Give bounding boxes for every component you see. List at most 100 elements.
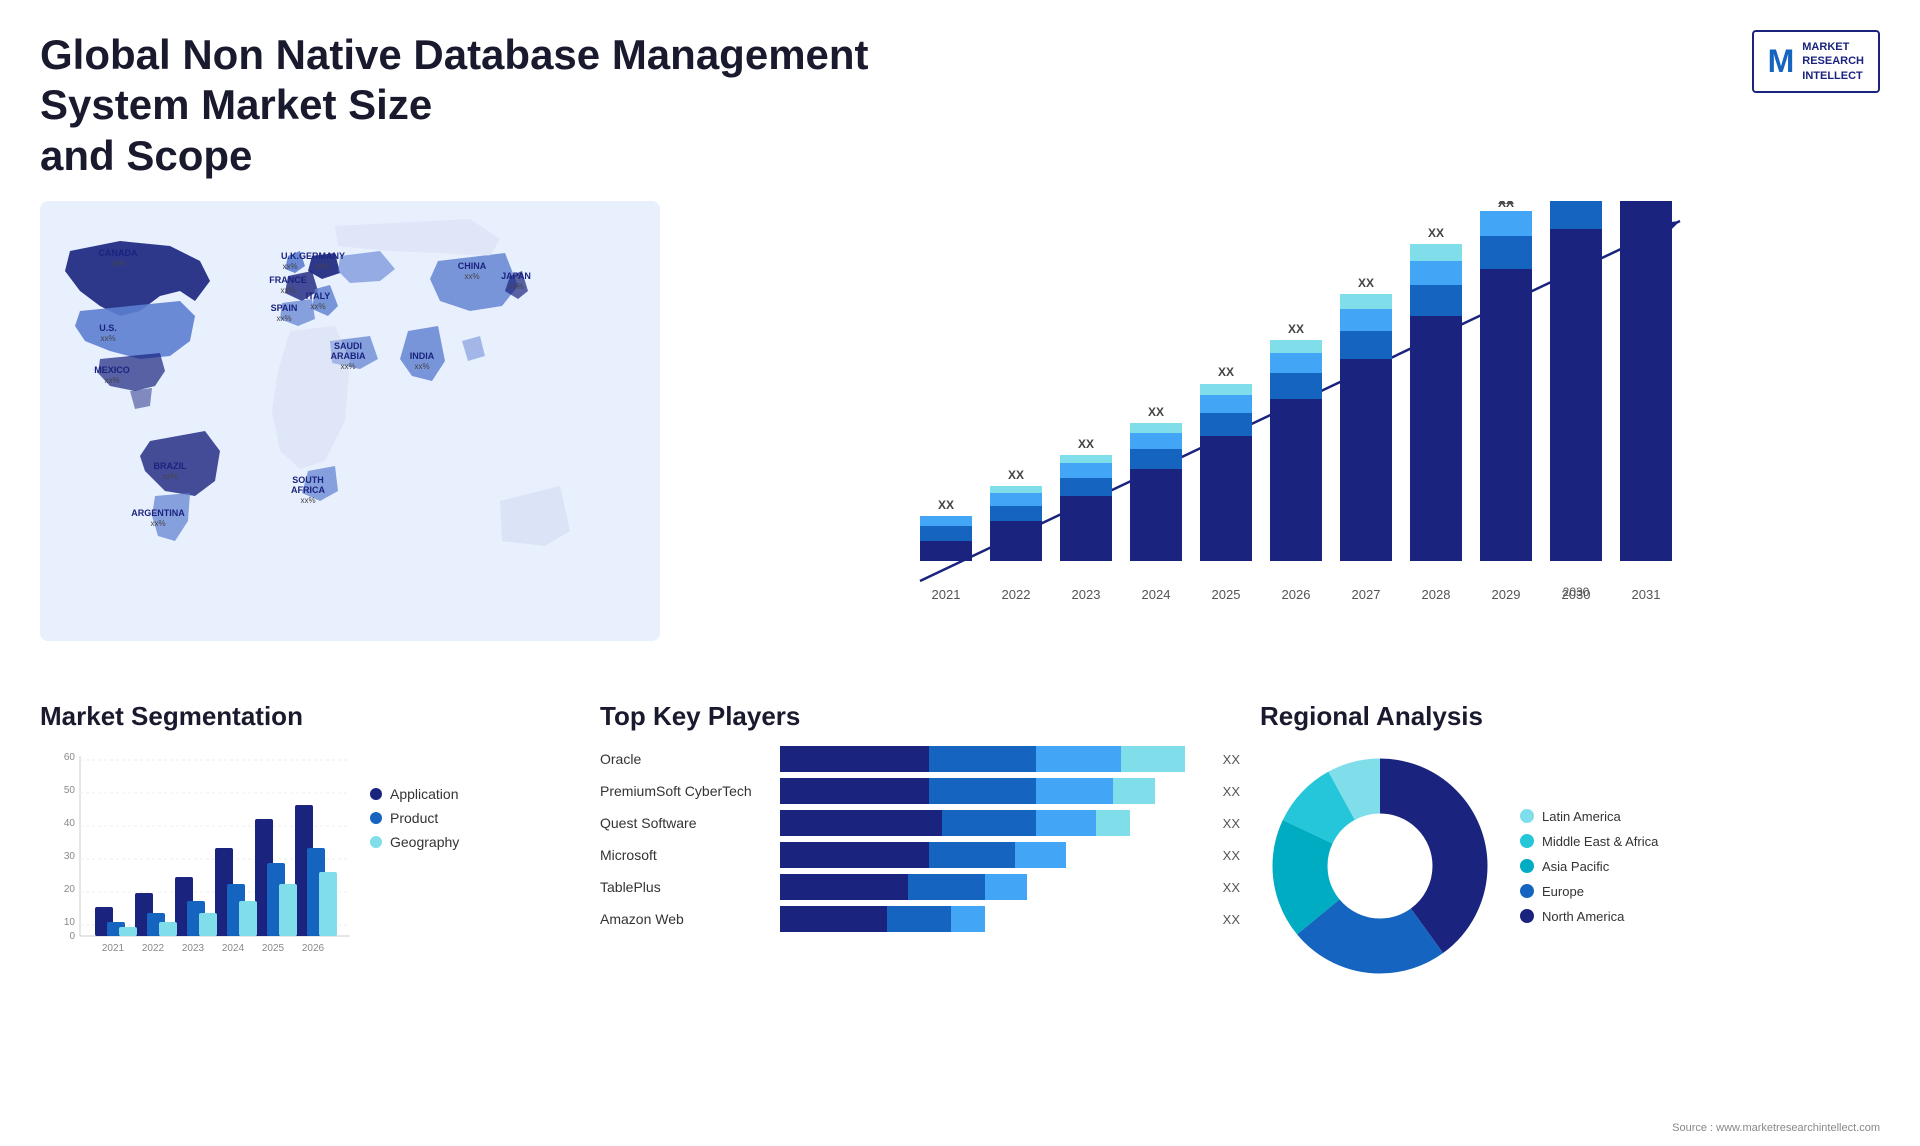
player-row-oracle: Oracle XX	[600, 746, 1240, 772]
svg-text:BRAZIL: BRAZIL	[154, 461, 187, 471]
player-row-microsoft: Microsoft XX	[600, 842, 1240, 868]
player-name-tableplus: TablePlus	[600, 879, 770, 895]
player-row-tableplus: TablePlus XX	[600, 874, 1240, 900]
svg-text:SOUTH: SOUTH	[292, 475, 324, 485]
bar-chart-svg: XX XX XX XX	[720, 201, 1880, 631]
key-players-section: Top Key Players Oracle XX PremiumSoft Cy…	[600, 701, 1240, 986]
legend-label-asia-pacific: Asia Pacific	[1542, 859, 1609, 874]
bar-seg	[1036, 746, 1121, 772]
svg-text:xx%: xx%	[150, 519, 165, 528]
player-row-amazon: Amazon Web XX	[600, 906, 1240, 932]
bar-chart-container: XX XX XX XX	[720, 201, 1880, 631]
svg-text:2025: 2025	[1212, 587, 1241, 602]
bar-seg	[1015, 842, 1066, 868]
legend-dot-geography	[370, 836, 382, 848]
svg-text:XX: XX	[1638, 201, 1654, 204]
svg-text:2022: 2022	[142, 943, 165, 954]
svg-text:GERMANY: GERMANY	[299, 251, 345, 261]
map-container: CANADA xx% U.S. xx% MEXICO xx% BRAZIL xx…	[40, 201, 660, 641]
legend-product: Product	[370, 810, 459, 826]
legend-application: Application	[370, 786, 459, 802]
player-row-quest: Quest Software XX	[600, 810, 1240, 836]
svg-text:xx%: xx%	[100, 334, 115, 343]
bar-seg	[780, 778, 929, 804]
svg-text:xx%: xx%	[276, 314, 291, 323]
svg-text:XX: XX	[938, 498, 954, 512]
bar-seg	[780, 810, 942, 836]
bar-seg	[780, 906, 887, 932]
player-name-microsoft: Microsoft	[600, 847, 770, 863]
player-name-amazon: Amazon Web	[600, 911, 770, 927]
legend-label-geography: Geography	[390, 834, 459, 850]
svg-text:XX: XX	[1568, 201, 1584, 204]
svg-text:XX: XX	[1358, 276, 1374, 290]
player-name-premiumsoft: PremiumSoft CyberTech	[600, 783, 770, 799]
svg-text:XX: XX	[1148, 405, 1164, 419]
svg-text:XX: XX	[1288, 322, 1304, 336]
svg-text:2024: 2024	[1142, 587, 1171, 602]
svg-text:2026: 2026	[1282, 587, 1311, 602]
svg-text:SPAIN: SPAIN	[271, 303, 298, 313]
player-xx-microsoft: XX	[1223, 848, 1240, 863]
svg-text:xx%: xx%	[508, 282, 523, 291]
svg-text:2030: 2030	[1562, 587, 1591, 602]
player-xx-amazon: XX	[1223, 912, 1240, 927]
world-map-section: CANADA xx% U.S. xx% MEXICO xx% BRAZIL xx…	[40, 201, 680, 681]
svg-text:0: 0	[69, 931, 75, 942]
svg-text:INDIA: INDIA	[410, 351, 435, 361]
svg-text:60: 60	[64, 752, 76, 763]
svg-text:2029: 2029	[1492, 587, 1521, 602]
svg-text:JAPAN: JAPAN	[501, 271, 531, 281]
svg-text:U.K.: U.K.	[281, 251, 299, 261]
svg-text:xx%: xx%	[340, 362, 355, 371]
svg-text:10: 10	[64, 917, 76, 928]
bar-seg	[942, 810, 1036, 836]
player-bar-microsoft	[780, 842, 1207, 868]
legend-dot-middle-east	[1520, 834, 1534, 848]
svg-text:ITALY: ITALY	[306, 291, 331, 301]
svg-text:XX: XX	[1008, 468, 1024, 482]
legend-asia-pacific: Asia Pacific	[1520, 859, 1658, 874]
player-bar-premiumsoft	[780, 778, 1207, 804]
bar-seg	[1036, 778, 1113, 804]
legend-label-product: Product	[390, 810, 438, 826]
svg-text:xx%: xx%	[414, 362, 429, 371]
legend-middle-east: Middle East & Africa	[1520, 834, 1658, 849]
legend-label-europe: Europe	[1542, 884, 1584, 899]
svg-text:2023: 2023	[1072, 587, 1101, 602]
donut-chart	[1260, 746, 1500, 986]
svg-text:2022: 2022	[1002, 587, 1031, 602]
bar-seg	[1036, 810, 1096, 836]
svg-text:U.S.: U.S.	[99, 323, 117, 333]
world-map-svg: CANADA xx% U.S. xx% MEXICO xx% BRAZIL xx…	[40, 201, 660, 641]
player-xx-oracle: XX	[1223, 752, 1240, 767]
svg-text:XX: XX	[1078, 437, 1094, 451]
svg-text:XX: XX	[1428, 226, 1444, 240]
regional-legend: Latin America Middle East & Africa Asia …	[1520, 809, 1658, 924]
bar-seg	[951, 906, 985, 932]
svg-text:xx%: xx%	[314, 262, 329, 271]
donut-svg	[1260, 746, 1500, 986]
player-xx-premiumsoft: XX	[1223, 784, 1240, 799]
legend-europe: Europe	[1520, 884, 1658, 899]
svg-text:50: 50	[64, 785, 76, 796]
svg-text:30: 30	[64, 851, 76, 862]
svg-text:20: 20	[64, 884, 76, 895]
legend-geography: Geography	[370, 834, 459, 850]
svg-text:MEXICO: MEXICO	[94, 365, 130, 375]
regional-title: Regional Analysis	[1260, 701, 1880, 732]
svg-text:2027: 2027	[1352, 587, 1381, 602]
logo-letter: M	[1768, 43, 1795, 80]
svg-text:xx%: xx%	[162, 472, 177, 481]
svg-text:2031: 2031	[1632, 587, 1661, 602]
svg-text:xx%: xx%	[282, 262, 297, 271]
player-bar-oracle	[780, 746, 1207, 772]
svg-text:xx%: xx%	[300, 496, 315, 505]
bar-seg	[780, 874, 908, 900]
svg-text:ARABIA: ARABIA	[331, 351, 366, 361]
svg-text:xx%: xx%	[104, 376, 119, 385]
legend-label-north-america: North America	[1542, 909, 1624, 924]
seg-legend: Application Product Geography	[370, 786, 459, 850]
bar-seg	[985, 874, 1028, 900]
legend-dot-north-america	[1520, 909, 1534, 923]
